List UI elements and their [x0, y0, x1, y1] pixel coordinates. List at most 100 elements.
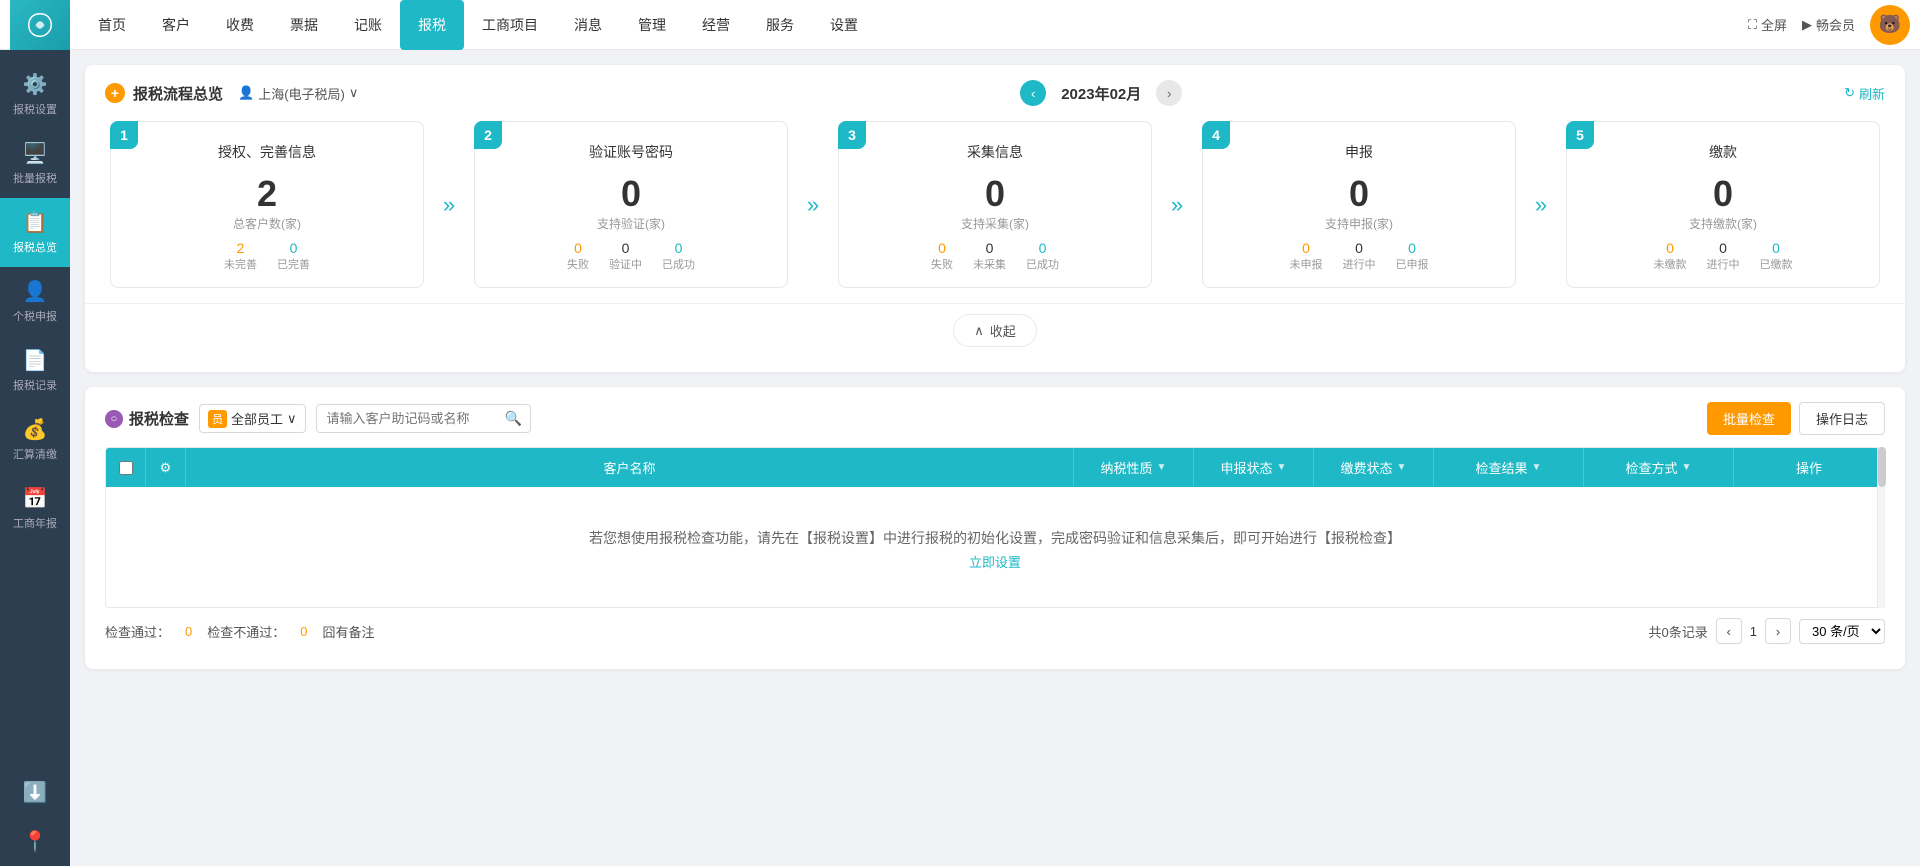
step-3-stat-2[interactable]: 0 已成功: [1026, 240, 1059, 272]
step-3-card: 3 采集信息 0 支持采集(家) 0 失败 0 未采集: [838, 121, 1152, 288]
step-4-card: 4 申报 0 支持申报(家) 0 未申报 0 进行中: [1202, 121, 1516, 288]
prev-month-button[interactable]: ‹: [1020, 80, 1046, 106]
chevron-down-icon: ∨: [349, 85, 359, 101]
sidebar-item-tax-overview[interactable]: 📋 报税总览: [0, 198, 70, 267]
location-tag[interactable]: 👤 上海(电子税局) ∨: [238, 84, 358, 103]
step-1-stat-0[interactable]: 2 未完善: [224, 240, 257, 272]
th-checkbox[interactable]: [106, 448, 146, 487]
search-box: 🔍: [316, 404, 531, 433]
top-navigation: 首页 客户 收费 票据 记账 报税 工商项目 消息 管理 经营 服务 设置 ⛶ …: [0, 0, 1920, 50]
fail-label: 检查不通过：: [207, 622, 285, 641]
personal-tax-icon: 👤: [23, 279, 48, 304]
filter-icon-3: ▼: [1397, 462, 1407, 473]
th-pay-status[interactable]: 缴费状态 ▼: [1314, 448, 1434, 487]
step-4-stats: 0 未申报 0 进行中 0 已申报: [1218, 240, 1500, 272]
nav-tax[interactable]: 报税: [400, 0, 464, 50]
nav-business[interactable]: 工商项目: [464, 0, 556, 50]
step-4-stat-1[interactable]: 0 进行中: [1343, 240, 1376, 272]
last-page-button[interactable]: ›: [1765, 618, 1791, 644]
annual-report-icon: 📅: [23, 486, 48, 511]
first-page-button[interactable]: ‹: [1716, 618, 1742, 644]
collapse-button[interactable]: ∧ 收起: [953, 314, 1037, 347]
step-5-num: 5: [1566, 121, 1594, 149]
step-4-stat-0[interactable]: 0 未申报: [1290, 240, 1323, 272]
step-4-stat-2[interactable]: 0 已申报: [1396, 240, 1429, 272]
step-5-stat-1[interactable]: 0 进行中: [1707, 240, 1740, 272]
th-tax-type[interactable]: 纳税性质 ▼: [1074, 448, 1194, 487]
filter-icon-2: ▼: [1277, 462, 1287, 473]
check-icon: ○: [105, 410, 123, 428]
sidebar-item-annual-settlement[interactable]: 💰 汇算清缴: [0, 405, 70, 474]
nav-manage[interactable]: 管理: [620, 0, 684, 50]
overview-title: + 报税流程总览: [105, 83, 223, 104]
mascot-avatar[interactable]: 🐻: [1870, 5, 1910, 45]
step-2-stat-0[interactable]: 0 失败: [567, 240, 589, 272]
month-nav: ‹ 2023年02月 ›: [1020, 80, 1182, 106]
step-2-count: 0: [490, 172, 772, 215]
step-3-stat-1[interactable]: 0 未采集: [973, 240, 1006, 272]
nav-bookkeeping[interactable]: 记账: [336, 0, 400, 50]
next-month-button[interactable]: ›: [1156, 80, 1182, 106]
plus-icon: +: [105, 83, 125, 103]
setup-link[interactable]: 立即设置: [969, 552, 1021, 571]
th-report-status[interactable]: 申报状态 ▼: [1194, 448, 1314, 487]
step-3-stat-0[interactable]: 0 失败: [931, 240, 953, 272]
nav-customer[interactable]: 客户: [144, 0, 208, 50]
step-1-count: 2: [126, 172, 408, 215]
steps-row: 1 授权、完善信息 2 总客户数(家) 2 未完善 0 已完善: [105, 121, 1885, 288]
nav-message[interactable]: 消息: [556, 0, 620, 50]
nav-invoice[interactable]: 票据: [272, 0, 336, 50]
app-logo[interactable]: [10, 0, 70, 50]
sidebar-bottom: ⬇️ 📍: [0, 768, 70, 866]
sidebar-item-batch-tax[interactable]: 🖥️ 批量报税: [0, 129, 70, 198]
step-1-stat-1[interactable]: 0 已完善: [277, 240, 310, 272]
per-page-select[interactable]: 30 条/页: [1799, 619, 1885, 644]
filter-chevron-icon: ∨: [287, 411, 297, 427]
member-button[interactable]: ▶ 畅会员: [1802, 15, 1855, 34]
sidebar-item-download[interactable]: ⬇️: [0, 768, 70, 817]
sidebar-item-annual-report[interactable]: 📅 工商年报: [0, 474, 70, 543]
location-icon: 📍: [23, 829, 48, 854]
sidebar-item-tax-record[interactable]: 📄 报税记录: [0, 336, 70, 405]
step-1-card: 1 授权、完善信息 2 总客户数(家) 2 未完善 0 已完善: [110, 121, 424, 288]
step-2-stat-2[interactable]: 0 已成功: [662, 240, 695, 272]
batch-check-button[interactable]: 批量检查: [1707, 402, 1791, 435]
step-1-title: 授权、完善信息: [126, 142, 408, 162]
check-title: ○ 报税检查: [105, 408, 189, 429]
operation-log-button[interactable]: 操作日志: [1799, 402, 1885, 435]
nav-settings[interactable]: 设置: [812, 0, 876, 50]
th-check-method[interactable]: 检查方式 ▼: [1584, 448, 1734, 487]
sidebar-item-personal-tax[interactable]: 👤 个税申报: [0, 267, 70, 336]
nav-fee[interactable]: 收费: [208, 0, 272, 50]
step-5-title: 缴款: [1582, 142, 1864, 162]
sidebar: ⚙️ 报税设置 🖥️ 批量报税 📋 报税总览 👤 个税申报 📄 报税记录 💰 汇…: [0, 50, 70, 866]
table-scrollbar[interactable]: [1877, 447, 1885, 608]
has-note: 囧有备注: [323, 622, 375, 641]
fullscreen-button[interactable]: ⛶ 全屏: [1748, 15, 1787, 34]
step-3-stats: 0 失败 0 未采集 0 已成功: [854, 240, 1136, 272]
sidebar-item-tax-settings[interactable]: ⚙️ 报税设置: [0, 60, 70, 129]
select-all-checkbox[interactable]: [119, 461, 133, 475]
nav-operation[interactable]: 经营: [684, 0, 748, 50]
th-check-result[interactable]: 检查结果 ▼: [1434, 448, 1584, 487]
sidebar-item-location[interactable]: 📍: [0, 817, 70, 866]
refresh-button[interactable]: ↻ 刷新: [1844, 84, 1885, 103]
pass-count[interactable]: 0: [185, 624, 192, 639]
fail-count[interactable]: 0: [300, 624, 307, 639]
step-5-stat-2[interactable]: 0 已缴款: [1760, 240, 1793, 272]
step-4-sub: 支持申报(家): [1218, 215, 1500, 232]
search-button[interactable]: 🔍: [497, 405, 530, 432]
step-2-stat-1[interactable]: 0 验证中: [609, 240, 642, 272]
main-layout: ⚙️ 报税设置 🖥️ 批量报税 📋 报税总览 👤 个税申报 📄 报税记录 💰 汇…: [0, 50, 1920, 866]
nav-service[interactable]: 服务: [748, 0, 812, 50]
employee-filter[interactable]: 员 全部员工 ∨: [199, 404, 306, 433]
annual-settlement-icon: 💰: [23, 417, 48, 442]
th-settings[interactable]: ⚙: [146, 448, 186, 487]
step-5-stat-0[interactable]: 0 未缴款: [1654, 240, 1687, 272]
tax-check-card: ○ 报税检查 员 全部员工 ∨ 🔍 批量检查 操作日志: [85, 387, 1905, 669]
tax-overview-icon: 📋: [23, 210, 48, 235]
nav-home[interactable]: 首页: [80, 0, 144, 50]
table-empty-body: 若您想使用报税检查功能，请先在【报税设置】中进行报税的初始化设置，完成密码验证和…: [106, 487, 1884, 607]
search-input[interactable]: [317, 406, 497, 431]
step-1-stats: 2 未完善 0 已完善: [126, 240, 408, 272]
